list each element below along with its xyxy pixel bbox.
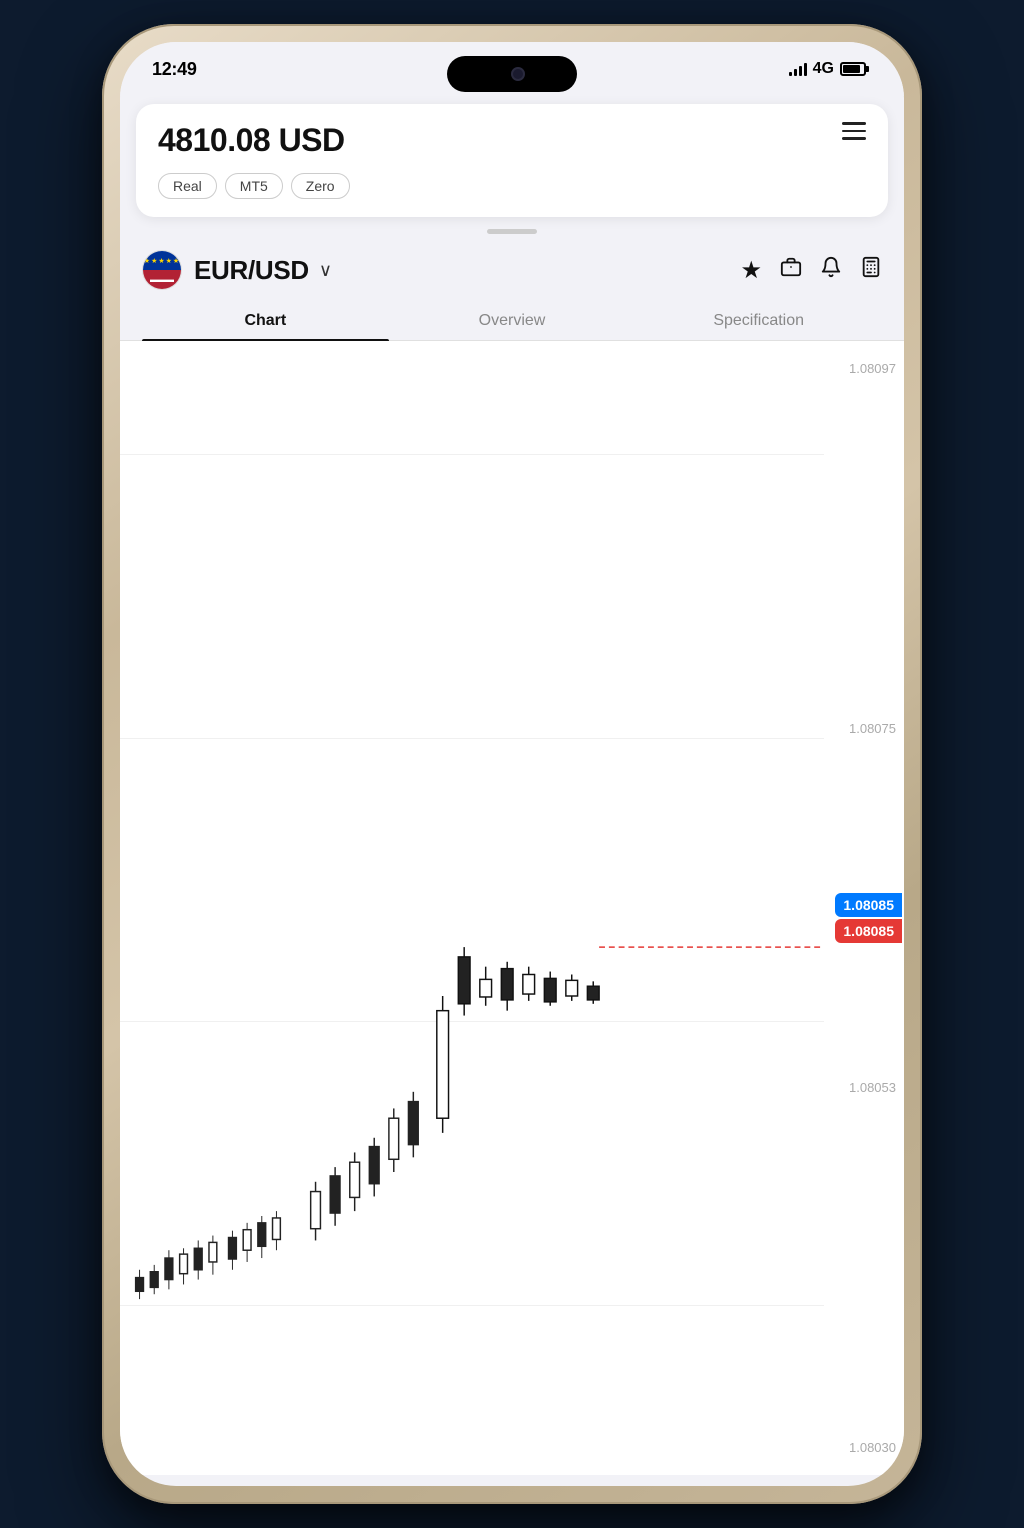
price-label-1: 1.08097 (832, 361, 896, 376)
candlestick-chart (120, 341, 824, 1475)
currency-flag-icon: ★★★★★ ▬▬▬ (142, 250, 182, 290)
symbol-actions: ★ (740, 256, 882, 285)
hamburger-line-1 (842, 122, 866, 125)
battery-fill (843, 65, 860, 73)
tag-zero[interactable]: Zero (291, 173, 350, 199)
us-stripes: ▬▬▬ (150, 275, 174, 284)
account-tags: Real MT5 Zero (158, 173, 866, 199)
signal-bars (789, 62, 807, 76)
signal-bar-1 (789, 72, 792, 76)
briefcase-icon[interactable] (780, 256, 802, 284)
chart-area[interactable]: 1.08097 1.08075 1.08053 1.08030 1.08085 … (120, 341, 904, 1475)
price-label-4: 1.08030 (832, 1440, 896, 1455)
calculator-icon[interactable] (860, 256, 882, 284)
tabs: Chart Overview Specification (120, 300, 904, 341)
status-time: 12:49 (152, 59, 197, 80)
us-flag-bottom: ▬▬▬ (143, 270, 181, 289)
hamburger-button[interactable] (842, 122, 866, 140)
symbol-name: EUR/USD (194, 255, 309, 286)
tag-real[interactable]: Real (158, 173, 217, 199)
signal-bar-3 (799, 66, 802, 76)
tab-specification[interactable]: Specification (635, 300, 882, 340)
signal-bar-2 (794, 69, 797, 76)
account-card: 4810.08 USD Real MT5 Zero (136, 104, 888, 217)
account-balance: 4810.08 USD (158, 122, 866, 159)
price-label-3: 1.08053 (832, 1080, 896, 1095)
camera-dot (511, 67, 525, 81)
bell-icon[interactable] (820, 256, 842, 284)
battery-icon (840, 62, 866, 76)
network-type: 4G (813, 60, 834, 78)
hamburger-line-2 (842, 130, 866, 133)
status-bar: 12:49 4G (120, 42, 904, 96)
bid-price-badge[interactable]: 1.08085 (835, 893, 902, 917)
favorite-icon[interactable]: ★ (740, 256, 762, 285)
ask-price-badge[interactable]: 1.08085 (835, 919, 902, 943)
tag-mt5[interactable]: MT5 (225, 173, 283, 199)
signal-bar-4 (804, 63, 807, 76)
price-badges: 1.08085 1.08085 (835, 893, 902, 943)
price-label-2: 1.08075 (832, 721, 896, 736)
tab-overview[interactable]: Overview (389, 300, 636, 340)
eu-flag-top: ★★★★★ (143, 251, 181, 270)
hamburger-line-3 (842, 137, 866, 140)
tab-chart[interactable]: Chart (142, 300, 389, 340)
symbol-header: ★★★★★ ▬▬▬ EUR/USD ∨ ★ (120, 244, 904, 300)
symbol-left: ★★★★★ ▬▬▬ EUR/USD ∨ (142, 250, 332, 290)
dynamic-island (447, 56, 577, 92)
chevron-down-icon[interactable]: ∨ (319, 260, 332, 281)
eu-stars: ★★★★★ (144, 257, 180, 265)
phone-frame: 12:49 4G 4810.08 USD (102, 24, 922, 1504)
symbol-name-group[interactable]: EUR/USD ∨ (194, 255, 332, 286)
drag-handle (487, 229, 537, 234)
phone-screen: 12:49 4G 4810.08 USD (120, 42, 904, 1486)
status-icons: 4G (789, 60, 866, 78)
